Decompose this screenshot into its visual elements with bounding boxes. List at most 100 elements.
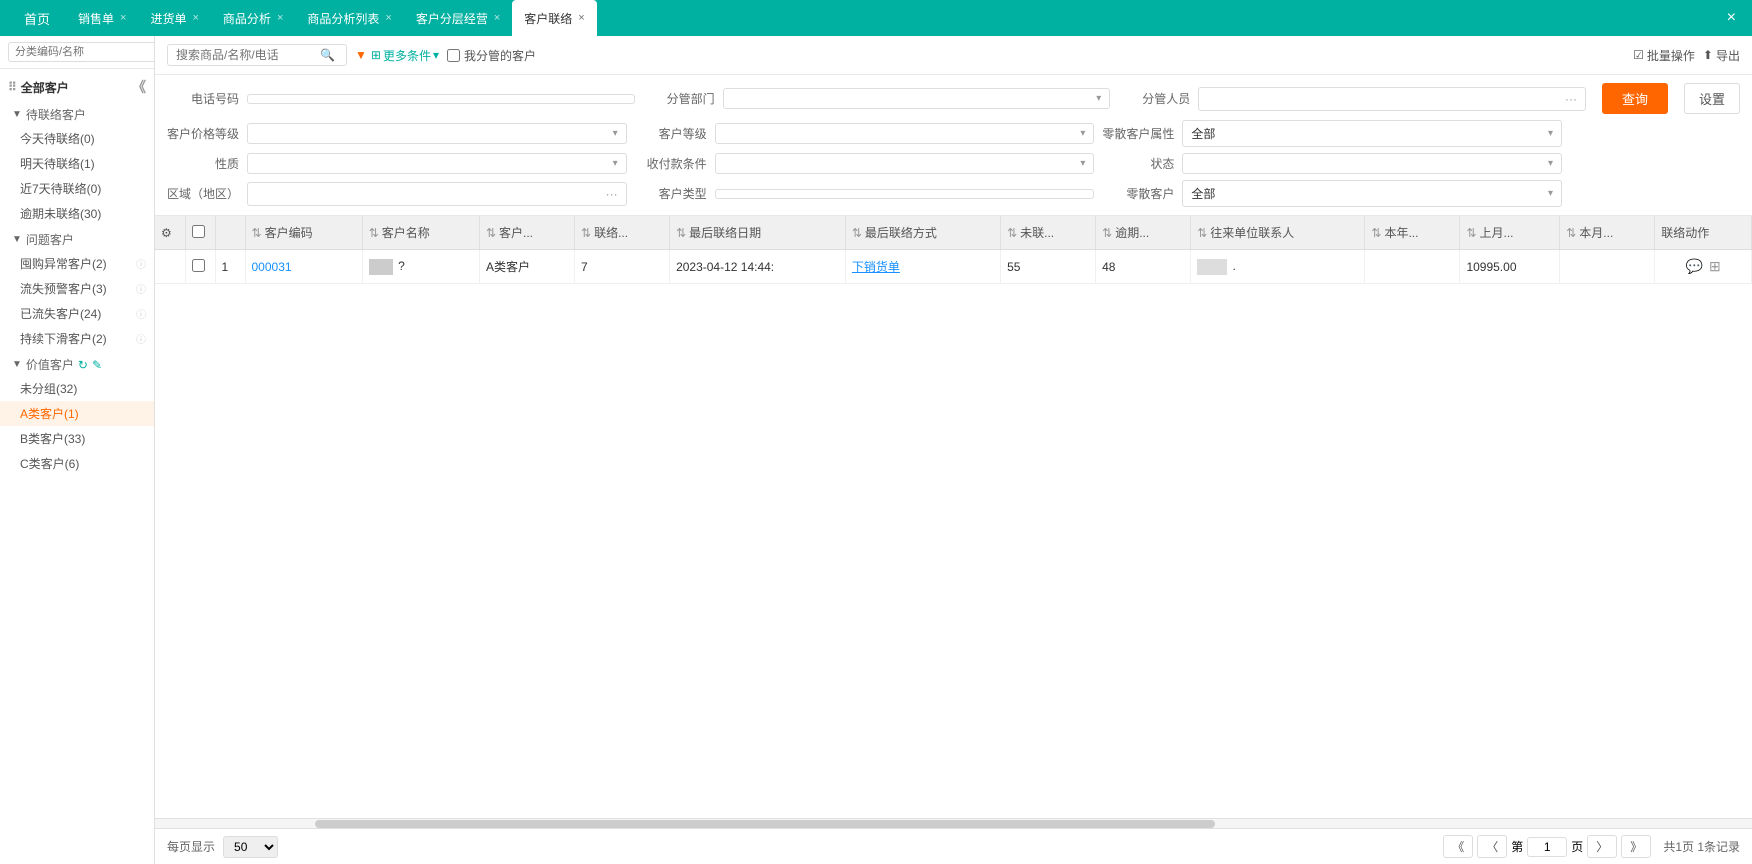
sidebar-item-hoarding[interactable]: 囤购异常客户(2) ⓘ [0, 251, 154, 276]
close-customer-tier-tab[interactable]: × [494, 12, 500, 24]
filter-icon: ⊞ [371, 48, 381, 62]
sidebar-item-churned[interactable]: 已流失客户(24) ⓘ [0, 301, 154, 326]
select-all-checkbox[interactable] [192, 225, 205, 238]
col-no-contact[interactable]: ⇅ 未联... [1001, 216, 1096, 250]
sidebar-group-pending[interactable]: ▼ 待联络客户 [0, 101, 154, 126]
col-last-date[interactable]: ⇅ 最后联络日期 [670, 216, 846, 250]
close-purchase-tab[interactable]: × [192, 12, 198, 24]
my-customer-check[interactable]: 我分管的客户 [447, 47, 536, 64]
export-btn[interactable]: ⬆ 导出 [1703, 47, 1740, 64]
prev-page-btn[interactable]: 〈 [1477, 835, 1507, 858]
close-analysis-tab[interactable]: × [277, 12, 283, 24]
filter-customer-type-input[interactable] [715, 189, 1095, 199]
nav-tab-purchase[interactable]: 进货单 × [138, 0, 210, 36]
churned-info-icon: ⓘ [136, 306, 146, 321]
nav-tab-customer-contact[interactable]: 客户联络 × [512, 0, 596, 36]
last-page-btn[interactable]: 》 [1621, 835, 1651, 858]
search-input[interactable] [176, 48, 316, 62]
churn-warning-info-icon: ⓘ [136, 281, 146, 296]
page-size-select[interactable]: 50 10 20 100 [223, 836, 278, 858]
close-all-tabs[interactable]: × [1719, 9, 1744, 27]
row-code[interactable]: 000031 [245, 250, 362, 284]
filter-payment-select[interactable]: ▾ [715, 153, 1095, 174]
grid-icon[interactable]: ⊞ [1709, 258, 1721, 275]
filter-region-input[interactable]: ··· [247, 182, 627, 206]
my-customer-checkbox[interactable] [447, 49, 460, 62]
value-refresh-icon[interactable]: ↻ [78, 358, 88, 372]
top-nav: 首页 销售单 × 进货单 × 商品分析 × 商品分析列表 × 客户分层经营 × … [0, 0, 1752, 36]
sidebar-item-churn-warning[interactable]: 流失预警客户(3) ⓘ [0, 276, 154, 301]
nav-tab-sales[interactable]: 销售单 × [66, 0, 138, 36]
col-last-method[interactable]: ⇅ 最后联络方式 [845, 216, 1000, 250]
close-customer-contact-tab[interactable]: × [578, 12, 584, 24]
retail-attr-arrow-icon: ▾ [1548, 128, 1553, 139]
page-number-input[interactable] [1527, 837, 1567, 857]
value-edit-icon[interactable]: ✎ [92, 358, 102, 372]
query-button[interactable]: 查询 [1602, 83, 1668, 114]
gear-icon[interactable]: ⚙ [161, 226, 172, 240]
nav-tab-analysis-list[interactable]: 商品分析列表 × [295, 0, 403, 36]
filter-dept-select[interactable]: ▾ [723, 88, 1111, 109]
filter-retail-attr-select[interactable]: 全部 ▾ [1182, 120, 1562, 147]
col-unit-contact[interactable]: ⇅ 往来单位联系人 [1191, 216, 1365, 250]
col-last-method-sort-icon: ⇅ [852, 226, 862, 240]
row-no-contact: 55 [1001, 250, 1096, 284]
filter-phone-input[interactable] [247, 94, 635, 104]
col-code[interactable]: ⇅ 客户编码 [245, 216, 362, 250]
nav-home[interactable]: 首页 [8, 9, 66, 28]
filter-nature-label: 性质 [167, 155, 247, 172]
row-overdue: 48 [1096, 250, 1191, 284]
settings-button[interactable]: 设置 [1684, 83, 1740, 114]
batch-op-btn[interactable]: ☑ 批量操作 [1633, 47, 1695, 64]
col-this-year[interactable]: ⇅ 本年... [1365, 216, 1460, 250]
row-last-method[interactable]: 下销货单 [845, 250, 1000, 284]
sidebar-item-type-c[interactable]: C类客户(6) [0, 451, 154, 476]
row-checkbox[interactable] [192, 259, 205, 272]
more-conditions-btn[interactable]: ▼ ⊞ 更多条件 ▾ [355, 47, 439, 64]
col-type-sort-icon: ⇅ [486, 226, 496, 240]
col-type[interactable]: ⇅ 客户... [479, 216, 574, 250]
col-overdue[interactable]: ⇅ 逾期... [1096, 216, 1191, 250]
filter-nature-select[interactable]: ▾ [247, 153, 627, 174]
sidebar-item-ungrouped[interactable]: 未分组(32) [0, 376, 154, 401]
col-name[interactable]: ⇅ 客户名称 [362, 216, 479, 250]
first-page-btn[interactable]: 《 [1443, 835, 1473, 858]
chat-icon[interactable]: 💬 [1686, 258, 1703, 275]
sidebar-search-input[interactable] [8, 42, 155, 62]
sidebar-item-type-a[interactable]: A类客户(1) [0, 401, 154, 426]
nav-tab-customer-tier[interactable]: 客户分层经营 × [404, 0, 512, 36]
filter-price-level-select[interactable]: ▾ [247, 123, 627, 144]
filter-retail-select[interactable]: 全部 ▾ [1182, 180, 1562, 207]
close-sales-tab[interactable]: × [120, 12, 126, 24]
filter-manager-input[interactable]: ··· [1198, 87, 1586, 111]
filter-status-select[interactable]: ▾ [1182, 153, 1562, 174]
close-analysis-list-tab[interactable]: × [385, 12, 391, 24]
sidebar-group-value[interactable]: ▼ 价值客户 ↻ ✎ [0, 351, 154, 376]
group-problem-arrow: ▼ [12, 234, 22, 245]
sidebar-collapse-btn[interactable]: 《 [132, 77, 146, 97]
nav-tab-analysis[interactable]: 商品分析 × [211, 0, 295, 36]
sidebar-item-today[interactable]: 今天待联络(0) [0, 126, 154, 151]
row-name[interactable]: ? [362, 250, 479, 284]
horizontal-scrollbar[interactable] [155, 818, 1752, 828]
filter-customer-level-select[interactable]: ▾ [715, 123, 1095, 144]
page-unit: 页 [1571, 838, 1583, 855]
row-actions: 💬 ⊞ [1655, 250, 1752, 284]
col-contact[interactable]: ⇅ 联络... [575, 216, 670, 250]
batch-op-icon: ☑ [1633, 48, 1644, 62]
sidebar-item-type-b[interactable]: B类客户(33) [0, 426, 154, 451]
sidebar-item-overdue[interactable]: 逾期未联络(30) [0, 201, 154, 226]
sidebar-group-problem[interactable]: ▼ 问题客户 [0, 226, 154, 251]
sidebar-item-7days[interactable]: 近7天待联络(0) [0, 176, 154, 201]
sidebar-item-declining[interactable]: 持续下滑客户(2) ⓘ [0, 326, 154, 351]
scrollbar-thumb[interactable] [315, 820, 1215, 828]
col-this-month[interactable]: ⇅ 本月... [1560, 216, 1655, 250]
next-page-btn[interactable]: 〉 [1587, 835, 1617, 858]
sidebar-item-tomorrow[interactable]: 明天待联络(1) [0, 151, 154, 176]
search-icon[interactable]: 🔍 [320, 48, 335, 62]
price-arrow-icon: ▾ [613, 128, 618, 139]
col-last-month[interactable]: ⇅ 上月... [1460, 216, 1560, 250]
group-value-label: 价值客户 [26, 356, 74, 373]
filter-customer-type-label: 客户类型 [635, 185, 715, 202]
last-method-link[interactable]: 下销货单 [852, 260, 900, 274]
